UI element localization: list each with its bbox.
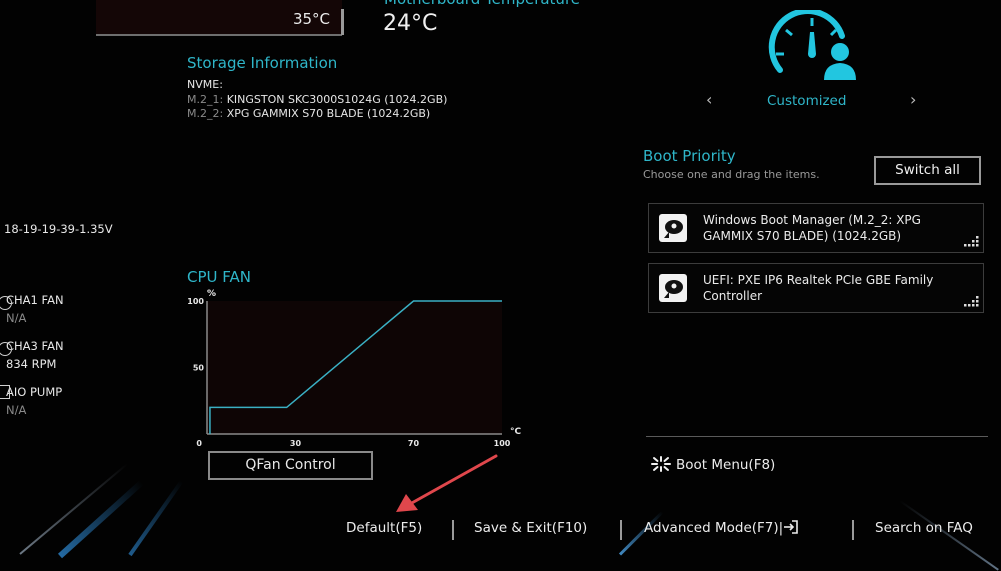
fan-item-cha1: CHA1 FAN N/A xyxy=(0,291,64,327)
section-divider xyxy=(646,436,988,437)
drive-slot: M.2_2: xyxy=(187,107,224,120)
chart-y-tick-label: 50 xyxy=(193,364,205,373)
chart-x-tick-label: 30 xyxy=(290,439,302,448)
advanced-mode-label: Advanced Mode(F7)| xyxy=(644,520,784,536)
drive-name: KINGSTON SKC3000S1024G (1024.2GB) xyxy=(226,92,448,106)
chart-y-tick-label: 100 xyxy=(187,297,204,306)
bottom-bar-separator xyxy=(852,520,854,540)
save-exit-button[interactable]: Save & Exit(F10) xyxy=(474,520,587,536)
bottom-bar-separator xyxy=(452,520,454,540)
storage-drive: M.2_1: KINGSTON SKC3000S1024G (1024.2GB) xyxy=(187,93,447,108)
chart-x-tick-label: 70 xyxy=(408,439,420,448)
boot-priority-title: Boot Priority xyxy=(643,147,736,165)
dram-timing: 18-19-19-39-1.35V xyxy=(4,222,113,236)
fan-value: N/A xyxy=(6,311,27,325)
fan-item-aio-pump: AIO PUMP N/A xyxy=(0,383,63,419)
boot-menu-icon xyxy=(651,456,671,472)
boot-priority-subtitle: Choose one and drag the items. xyxy=(643,168,820,181)
storage-information-title: Storage Information xyxy=(187,54,338,72)
qfan-control-button[interactable]: QFan Control xyxy=(208,451,373,480)
boot-item-label: Windows Boot Manager (M.2_2: XPG GAMMIX … xyxy=(703,213,921,243)
boot-item-label: UEFI: PXE IP6 Realtek PCIe GBE Family Co… xyxy=(703,273,934,303)
fan-name: AIO PUMP xyxy=(6,385,63,399)
advanced-mode-button[interactable]: Advanced Mode(F7)| xyxy=(644,520,799,536)
storage-type-label: NVME: xyxy=(187,78,223,91)
pump-icon xyxy=(0,385,10,399)
enter-icon xyxy=(784,520,799,534)
switch-all-button[interactable]: Switch all xyxy=(874,156,981,185)
chart-x-label: °C xyxy=(510,427,522,437)
motherboard-temperature-value: 24°C xyxy=(383,11,438,36)
disk-icon xyxy=(659,274,687,302)
search-faq-button[interactable]: Search on FAQ xyxy=(875,520,973,536)
fan-value: N/A xyxy=(6,403,27,417)
annotation-arrow-icon xyxy=(396,454,498,512)
storage-drive: M.2_2: XPG GAMMIX S70 BLADE (1024.2GB) xyxy=(187,107,447,122)
chart-x-tick-label: 0 xyxy=(196,439,202,448)
storage-information-list: NVME: M.2_1: KINGSTON SKC3000S1024G (102… xyxy=(187,78,447,122)
drive-slot: M.2_1: xyxy=(187,92,224,106)
boot-item[interactable]: UEFI: PXE IP6 Realtek PCIe GBE Family Co… xyxy=(648,263,984,313)
bottom-bar-separator xyxy=(620,520,622,540)
default-button[interactable]: Default(F5) xyxy=(346,520,422,536)
motherboard-temperature-title: Motherboard Temperature xyxy=(384,0,580,8)
chart-x-tick-label: 100 xyxy=(494,439,511,448)
disk-icon xyxy=(659,214,687,242)
fan-item-cha3: CHA3 FAN 834 RPM xyxy=(0,337,64,373)
temperature-bar-marker xyxy=(341,9,344,35)
boot-item[interactable]: Windows Boot Manager (M.2_2: XPG GAMMIX … xyxy=(648,203,984,253)
fan-name: CHA3 FAN xyxy=(6,339,64,353)
drag-handle-icon[interactable] xyxy=(963,236,979,248)
cpu-temperature-value: 35°C xyxy=(292,10,330,28)
fan-value: 834 RPM xyxy=(6,357,57,371)
drag-handle-icon[interactable] xyxy=(963,296,979,308)
fan-name: CHA1 FAN xyxy=(6,293,64,307)
boot-menu-label: Boot Menu(F8) xyxy=(676,457,776,473)
mode-label: Customized xyxy=(767,93,847,109)
speedometer-user-icon xyxy=(768,10,856,80)
mode-prev-button[interactable]: ‹ xyxy=(706,90,712,109)
chart-plot-area xyxy=(207,301,502,434)
chart-y-label: % xyxy=(207,289,216,299)
boot-menu-button[interactable]: Boot Menu(F8) xyxy=(650,456,775,473)
mode-next-button[interactable]: › xyxy=(910,90,916,109)
cpu-temperature-bar: 35°C xyxy=(96,0,344,36)
drive-name: XPG GAMMIX S70 BLADE (1024.2GB) xyxy=(226,107,431,120)
cpu-fan-chart[interactable]: % °C 0 30 70 100 50 100 xyxy=(180,284,530,449)
